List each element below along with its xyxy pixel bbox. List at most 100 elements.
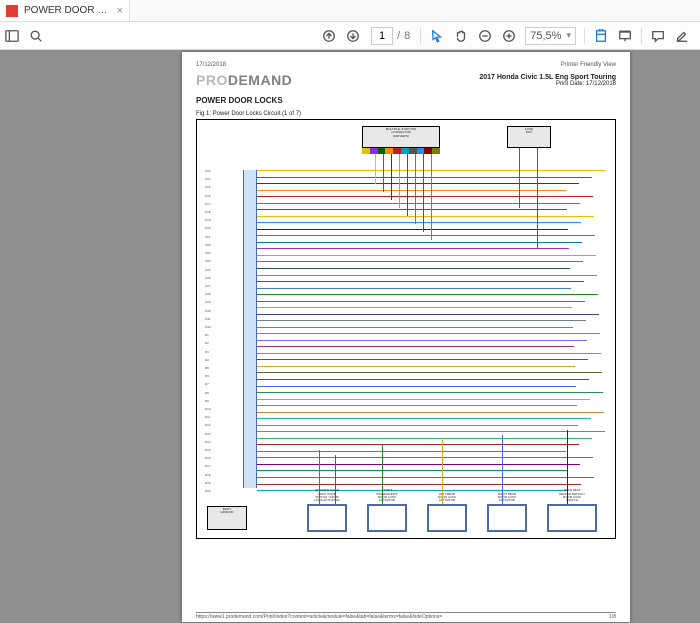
wire-line <box>257 359 588 360</box>
browser-tab[interactable]: POWER DOOR LO… × <box>0 0 130 21</box>
figure-title: Fig 1: Power Door Locks Circuit (1 of 7) <box>196 111 616 117</box>
comment-button[interactable] <box>646 24 670 48</box>
pin-label: D11 <box>205 415 210 419</box>
pin-label: D2 <box>205 341 209 345</box>
module-label: MULTIPLE JUNCTION CONNECTOR (DRIVER'S) <box>364 128 438 138</box>
wire-line <box>257 399 590 400</box>
brand-demand: DEMAND <box>228 72 292 88</box>
wire-line <box>257 379 589 380</box>
wire-drop <box>382 445 383 504</box>
header-mode: Printer Friendly View <box>561 62 616 68</box>
find-button[interactable] <box>24 24 48 48</box>
view-mode-button[interactable] <box>589 24 613 48</box>
wire-line <box>257 484 581 485</box>
hand-pan-button[interactable] <box>449 24 473 48</box>
toolbar-divider <box>584 28 585 44</box>
presentation-button[interactable] <box>613 24 637 48</box>
wire-line <box>257 248 569 249</box>
wire-line <box>257 314 599 315</box>
wire-line <box>257 209 567 210</box>
wire-line <box>257 333 600 334</box>
zoom-in-button[interactable] <box>497 24 521 48</box>
edit-button[interactable] <box>670 24 694 48</box>
brand-pro: PRO <box>196 72 228 88</box>
sidebar-toggle-button[interactable] <box>0 24 24 48</box>
pdf-favicon-icon <box>6 5 18 17</box>
connector-box <box>427 504 467 532</box>
zoom-dropdown[interactable]: 75,5% ▾ <box>525 27 576 45</box>
wire-drop <box>431 154 432 240</box>
wire-line <box>257 216 594 217</box>
wire-line <box>257 320 586 321</box>
pin-label: C28 <box>205 292 211 296</box>
toolbar-divider <box>641 28 642 44</box>
pdf-viewport[interactable]: 17/12/2018 Printer Friendly View PRODEMA… <box>0 50 700 623</box>
wire-line <box>257 490 568 491</box>
wire-drop <box>423 154 424 232</box>
pin-label: D12 <box>205 423 211 427</box>
wire-line <box>257 301 585 302</box>
pin-label: D19 <box>205 481 211 485</box>
wire-line <box>257 457 593 458</box>
wire-line <box>257 294 598 295</box>
wire-line <box>257 353 601 354</box>
pdf-toolbar: / 8 75,5% ▾ <box>0 22 700 50</box>
brand-logo: PRODEMAND <box>196 72 292 88</box>
wiring-diagram: MULTIPLE JUNCTION CONNECTOR (DRIVER'S) F… <box>196 119 616 539</box>
download-button[interactable] <box>341 24 365 48</box>
pin-labels: C13C14C15C16C17C18C19C20C21C22C23C24C25C… <box>205 170 241 488</box>
wire-line <box>257 255 596 256</box>
pin-label: C31 <box>205 317 211 321</box>
pin-label: C14 <box>205 177 211 181</box>
wire-line <box>257 366 575 367</box>
pin-label: C23 <box>205 251 211 255</box>
module-pin-row <box>362 148 440 154</box>
wire-line <box>257 307 572 308</box>
page-sep: / <box>397 30 400 42</box>
wire-line <box>257 386 576 387</box>
pin-label: C21 <box>205 235 211 239</box>
section-title: POWER DOOR LOCKS <box>196 96 616 105</box>
pin-label: D13 <box>205 432 211 436</box>
wire-line <box>257 444 579 445</box>
footer-url-text: https://www1.prodemand.com/Print/Index?c… <box>196 614 442 620</box>
upload-button[interactable] <box>317 24 341 48</box>
header-date: 17/12/2018 <box>196 62 226 68</box>
wire-line <box>257 281 584 282</box>
pin-label: C16 <box>205 194 211 198</box>
pin-label: D6 <box>205 374 209 378</box>
pin-label: C25 <box>205 268 211 272</box>
wire-line <box>257 346 574 347</box>
wire-drop <box>391 154 392 200</box>
toolbar-divider <box>420 28 421 44</box>
page-running-header: 17/12/2018 Printer Friendly View <box>196 62 616 68</box>
vehicle-info: 2017 Honda Civic 1.5L Eng Sport Touring … <box>479 74 616 87</box>
pin-label: D16 <box>205 456 211 460</box>
pin-label: C26 <box>205 276 211 280</box>
pin-label: D10 <box>205 407 211 411</box>
connector-pin-column <box>243 170 257 488</box>
tab-close-icon[interactable]: × <box>117 5 123 17</box>
cursor-select-button[interactable] <box>425 24 449 48</box>
wire-line <box>257 412 604 413</box>
connector-box <box>367 504 407 532</box>
page-number-input[interactable] <box>371 27 393 45</box>
module-junction-connector: MULTIPLE JUNCTION CONNECTOR (DRIVER'S) <box>362 126 440 148</box>
wire-drop <box>519 148 520 208</box>
wire-line <box>257 477 594 478</box>
wire-line <box>257 288 571 289</box>
pin-label: D3 <box>205 350 209 354</box>
wire-line <box>257 392 603 393</box>
wire-line <box>257 372 602 373</box>
wire-drop <box>399 154 400 208</box>
print-date-line: Print Date: 17/12/2018 <box>479 81 616 87</box>
zoom-out-button[interactable] <box>473 24 497 48</box>
pin-label: D9 <box>205 399 209 403</box>
wire-line <box>257 470 567 471</box>
connector-caption: RIGHT REAR DOOR LOCK ACTUATOR <box>487 493 527 502</box>
wire-line <box>257 275 597 276</box>
browser-tab-title: POWER DOOR LO… <box>24 5 111 16</box>
wire-line <box>257 235 595 236</box>
vehicle-line: 2017 Honda Civic 1.5L Eng Sport Touring <box>479 74 616 81</box>
wire-line <box>257 177 592 178</box>
